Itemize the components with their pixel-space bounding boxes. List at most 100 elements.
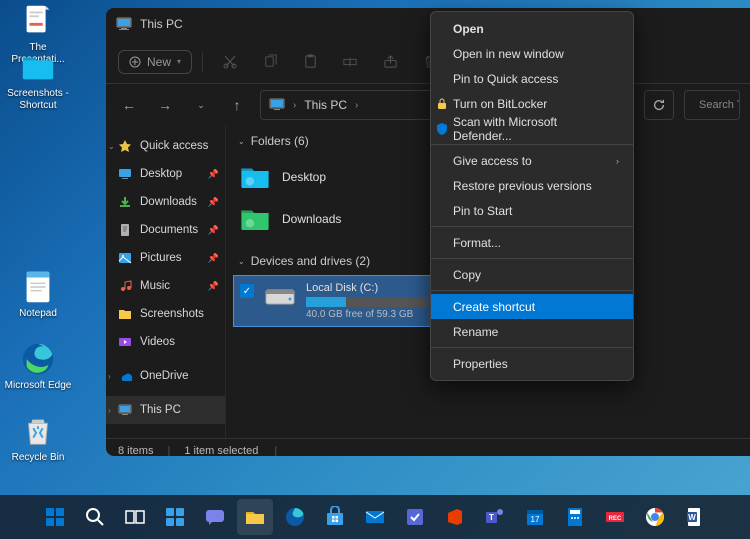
pictures-icon bbox=[118, 251, 132, 265]
nav-item-screenshots[interactable]: Screenshots bbox=[106, 300, 225, 328]
titlebar[interactable]: This PC bbox=[106, 8, 750, 40]
desktop-icon[interactable]: Notepad bbox=[3, 268, 73, 320]
status-selected-count: 1 item selected bbox=[184, 445, 258, 457]
taskbar-teams[interactable]: T bbox=[477, 499, 513, 535]
back-button[interactable]: ← bbox=[116, 92, 142, 118]
nav-label: Documents bbox=[140, 224, 198, 236]
context-item-copy[interactable]: Copy bbox=[431, 262, 633, 287]
checkbox-icon[interactable]: ✓ bbox=[240, 284, 254, 298]
taskbar-calendar[interactable]: 17 bbox=[517, 499, 553, 535]
nav-item-this-pc[interactable]: ›This PC bbox=[106, 396, 225, 424]
taskbar-mail[interactable] bbox=[357, 499, 393, 535]
folder-item[interactable]: Desktop bbox=[234, 156, 434, 198]
up-button[interactable]: ↑ bbox=[224, 92, 250, 118]
folder-icon bbox=[238, 202, 272, 236]
svg-text:REC: REC bbox=[609, 516, 622, 522]
context-item-format-[interactable]: Format... bbox=[431, 230, 633, 255]
nav-item-desktop[interactable]: Desktop📌 bbox=[106, 160, 225, 188]
desktop-icon-label: Microsoft Edge bbox=[5, 380, 72, 392]
defender-icon bbox=[435, 122, 449, 136]
context-item-open-in-new-window[interactable]: Open in new window bbox=[431, 41, 633, 66]
context-label: Format... bbox=[453, 236, 501, 250]
cut-icon[interactable] bbox=[213, 47, 247, 77]
context-item-give-access-to[interactable]: Give access to› bbox=[431, 148, 633, 173]
svg-text:17: 17 bbox=[531, 515, 540, 524]
context-item-rename[interactable]: Rename bbox=[431, 319, 633, 344]
toolbar: New ▾ bbox=[106, 40, 750, 84]
refresh-button[interactable] bbox=[644, 90, 674, 120]
desktop-icon-label: Notepad bbox=[19, 308, 57, 320]
rename-icon[interactable] bbox=[333, 47, 367, 77]
notepad-icon bbox=[19, 268, 57, 306]
taskbar-rec[interactable]: REC bbox=[597, 499, 633, 535]
nav-label: Music bbox=[140, 280, 170, 292]
taskbar-widgets[interactable] bbox=[157, 499, 193, 535]
nav-label: This PC bbox=[140, 404, 181, 416]
recent-dropdown[interactable]: ⌄ bbox=[188, 92, 214, 118]
file-explorer-window: This PC New ▾ ← → ⌄ ↑ › This PC › bbox=[106, 8, 750, 456]
nav-item-pictures[interactable]: Pictures📌 bbox=[106, 244, 225, 272]
taskbar-calc[interactable] bbox=[557, 499, 593, 535]
taskbar-office[interactable] bbox=[437, 499, 473, 535]
context-item-open[interactable]: Open bbox=[431, 16, 633, 41]
search-input[interactable]: Search Th bbox=[684, 90, 740, 120]
drive-item[interactable]: ✓Local Disk (C:)40.0 GB free of 59.3 GB bbox=[234, 276, 434, 326]
context-item-scan-with-microsoft-defender-[interactable]: Scan with Microsoft Defender... bbox=[431, 116, 633, 141]
pin-icon: 📌 bbox=[208, 225, 219, 236]
taskbar-chrome[interactable]: G bbox=[637, 499, 673, 535]
context-item-properties[interactable]: Properties bbox=[431, 351, 633, 376]
file-icon bbox=[19, 2, 57, 40]
nav-item-documents[interactable]: Documents 📌 bbox=[106, 216, 225, 244]
folder-item[interactable]: Downloads bbox=[234, 198, 434, 240]
nav-item-network[interactable]: ›Network bbox=[106, 430, 225, 438]
taskbar-explorer[interactable] bbox=[237, 499, 273, 535]
star-icon bbox=[118, 139, 132, 153]
folder-icon bbox=[118, 307, 132, 321]
breadcrumb-item[interactable]: This PC bbox=[304, 98, 347, 112]
paste-icon[interactable] bbox=[293, 47, 327, 77]
context-item-pin-to-quick-access[interactable]: Pin to Quick access bbox=[431, 66, 633, 91]
copy-icon[interactable] bbox=[253, 47, 287, 77]
desktop-icon-label: Recycle Bin bbox=[12, 452, 65, 464]
desktop-icon-label: Screenshots - Shortcut bbox=[3, 88, 73, 112]
this-pc-icon bbox=[116, 16, 132, 32]
pin-icon: 📌 bbox=[208, 253, 219, 264]
music-icon bbox=[118, 279, 132, 293]
context-label: Pin to Quick access bbox=[453, 72, 558, 86]
nav-label: Desktop bbox=[140, 168, 182, 180]
taskbar-start[interactable] bbox=[37, 499, 73, 535]
taskbar-search[interactable] bbox=[77, 499, 113, 535]
share-icon[interactable] bbox=[373, 47, 407, 77]
taskbar-chat[interactable] bbox=[197, 499, 233, 535]
context-label: Pin to Start bbox=[453, 204, 512, 218]
taskbar-store[interactable] bbox=[317, 499, 353, 535]
forward-button[interactable]: → bbox=[152, 92, 178, 118]
taskbar: T 17 REC G W bbox=[0, 495, 750, 539]
nav-item-music[interactable]: Music📌 bbox=[106, 272, 225, 300]
nav-item-quick-access[interactable]: ⌄Quick access bbox=[106, 132, 225, 160]
navigation-pane: ⌄Quick accessDesktop📌Downloads📌Documents… bbox=[106, 126, 226, 438]
context-label: Open bbox=[453, 22, 484, 36]
context-item-turn-on-bitlocker[interactable]: Turn on BitLocker bbox=[431, 91, 633, 116]
taskbar-edge[interactable] bbox=[277, 499, 313, 535]
new-button[interactable]: New ▾ bbox=[118, 50, 192, 74]
nav-item-videos[interactable]: Videos bbox=[106, 328, 225, 356]
nav-label: Quick access bbox=[140, 140, 208, 152]
context-item-pin-to-start[interactable]: Pin to Start bbox=[431, 198, 633, 223]
context-item-create-shortcut[interactable]: Create shortcut bbox=[431, 294, 633, 319]
context-item-restore-previous-versions[interactable]: Restore previous versions bbox=[431, 173, 633, 198]
svg-text:W: W bbox=[688, 513, 696, 522]
taskbar-todo[interactable] bbox=[397, 499, 433, 535]
taskbar-word[interactable]: W bbox=[677, 499, 713, 535]
desktop-icon[interactable]: Microsoft Edge bbox=[3, 340, 73, 392]
nav-item-onedrive[interactable]: ›OneDrive bbox=[106, 362, 225, 390]
context-label: Rename bbox=[453, 325, 498, 339]
desktop-icon[interactable]: Screenshots - Shortcut bbox=[3, 48, 73, 112]
chevron-right-icon: › bbox=[355, 100, 358, 111]
folder-label: Downloads bbox=[282, 212, 341, 226]
desktop-icon[interactable]: Recycle Bin bbox=[3, 412, 73, 464]
nav-item-downloads[interactable]: Downloads📌 bbox=[106, 188, 225, 216]
context-label: Scan with Microsoft Defender... bbox=[453, 115, 619, 143]
taskbar-taskview[interactable] bbox=[117, 499, 153, 535]
bitlocker-icon bbox=[435, 97, 449, 111]
